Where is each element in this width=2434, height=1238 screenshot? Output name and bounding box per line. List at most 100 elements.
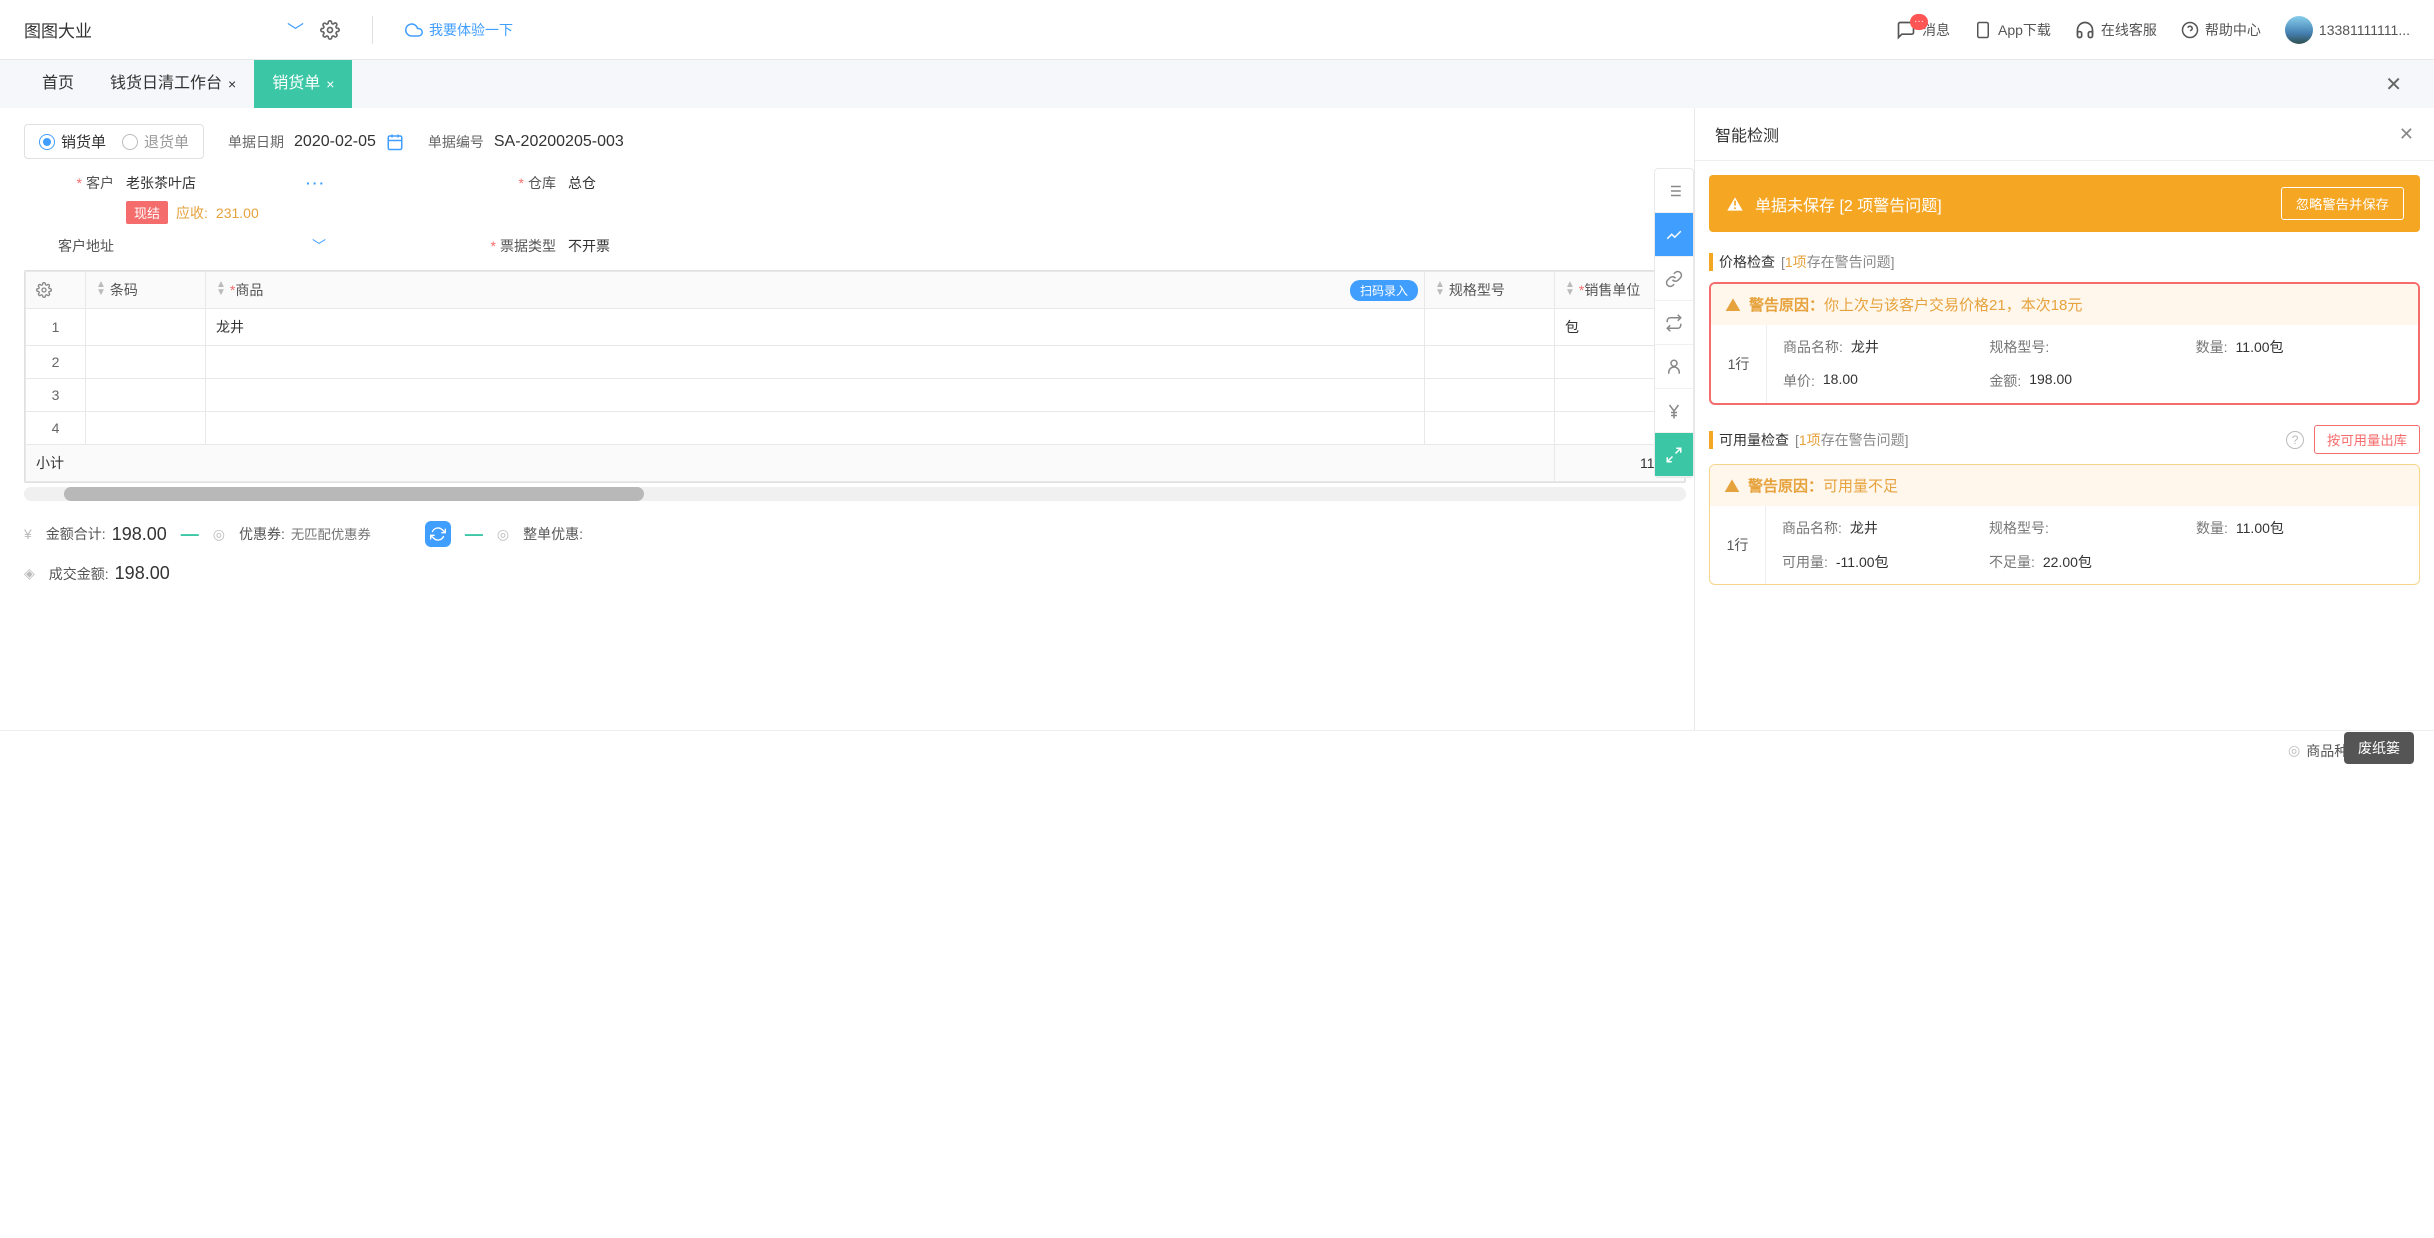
avatar	[2285, 16, 2313, 44]
ignore-save-button[interactable]: 忽略警告并保存	[2281, 187, 2404, 220]
online-service-label: 在线客服	[2101, 20, 2157, 40]
section-bar-icon	[1709, 431, 1713, 449]
messages-button[interactable]: 消息 ···	[1896, 20, 1950, 40]
vtool-chart-icon[interactable]	[1655, 213, 1693, 257]
receivable-value: 231.00	[216, 205, 259, 221]
left-pane: 销货单 退货单 单据日期 2020-02-05 单据编号 SA-20200205…	[0, 108, 1694, 730]
invoice-type-label: 票据类型	[500, 238, 556, 254]
help-center-button[interactable]: 帮助中心	[2181, 20, 2261, 40]
tab-sales-order[interactable]: 销货单 ×	[254, 60, 352, 108]
messages-badge: ···	[1910, 14, 1928, 30]
availability-check-title: 可用量检查	[1719, 430, 1789, 450]
col-spec[interactable]: ▲▼规格型号	[1425, 272, 1555, 309]
warn-row-number: 1行	[1710, 506, 1766, 584]
try-experience-link[interactable]: 我要体验一下	[405, 20, 513, 40]
radio-icon	[122, 134, 138, 150]
user-phone: 13381111111...	[2319, 22, 2410, 38]
doc-type-radio-group: 销货单 退货单	[24, 124, 204, 159]
close-icon[interactable]: ✕	[2399, 124, 2414, 145]
warning-icon	[1724, 478, 1740, 494]
use-available-button[interactable]: 按可用量出库	[2314, 425, 2420, 454]
tab-home-label: 首页	[42, 60, 74, 108]
chevron-down-icon: ﹀	[287, 17, 304, 42]
app-download-label: App下载	[1998, 20, 2051, 40]
table-row[interactable]: 2	[26, 346, 1685, 379]
tabs-row: 首页 钱货日清工作台 × 销货单 × ✕	[0, 60, 2434, 108]
close-icon[interactable]: ×	[326, 60, 334, 108]
totals-row: ¥ 金额合计: 198.00 — ◎ 优惠券: — ◎ 整单优惠:	[24, 521, 1686, 547]
subtotal-row: 小计11.00	[26, 445, 1685, 482]
warning-icon	[1725, 194, 1745, 214]
form-grid: *客户 老张茶叶店 ··· *仓库 总仓 现结 应收: 231.00 客	[24, 173, 1686, 256]
scan-input-button[interactable]: 扫码录入	[1350, 280, 1418, 301]
radio-icon	[39, 134, 55, 150]
table-row[interactable]: 4	[26, 412, 1685, 445]
warning-icon	[1725, 297, 1741, 313]
topbar-right: 消息 ··· App下载 在线客服 帮助中心 13381111111...	[1896, 16, 2410, 44]
col-settings[interactable]	[26, 272, 86, 309]
minus-icon: —	[181, 524, 199, 545]
doc-date-field[interactable]: 单据日期 2020-02-05	[228, 132, 404, 152]
tab-sales-order-label: 销货单	[272, 60, 320, 108]
online-service-button[interactable]: 在线客服	[2075, 20, 2157, 40]
trash-button[interactable]: 废纸篓	[2344, 732, 2414, 764]
tab-workbench-label: 钱货日清工作台	[110, 60, 222, 108]
help-icon[interactable]: ?	[2286, 431, 2304, 449]
doc-no-field: 单据编号 SA-20200205-003	[428, 132, 624, 152]
vtool-swap-icon[interactable]	[1655, 301, 1693, 345]
amount-total: 金额合计: 198.00	[46, 524, 167, 545]
doc-no-label: 单据编号	[428, 132, 484, 152]
deal-icon: ◈	[24, 565, 35, 582]
availability-warning-box: 警告原因：可用量不足 1行 商品名称:龙井 规格型号: 数量:11.00包 可用…	[1709, 464, 2420, 585]
warn-row-number: 1行	[1711, 325, 1767, 403]
topbar: 图图大业 ﹀ 我要体验一下 消息 ··· App下载 在线客服 帮助中心	[0, 0, 2434, 60]
tab-workbench[interactable]: 钱货日清工作台 ×	[92, 60, 254, 108]
deal-row: ◈ 成交金额: 198.00	[24, 563, 1686, 584]
chevron-down-icon[interactable]: ﹀	[312, 236, 326, 256]
invoice-type-value: 不开票	[568, 236, 610, 256]
vtool-link-icon[interactable]	[1655, 257, 1693, 301]
price-warning-box: 警告原因：你上次与该客户交易价格21，本次18元 1行 商品名称:龙井 规格型号…	[1709, 282, 2420, 405]
col-product[interactable]: ▲▼*商品 扫码录入	[206, 272, 1425, 309]
price-check-title: 价格检查	[1719, 252, 1775, 272]
vertical-toolbar	[1654, 168, 1694, 478]
tab-home[interactable]: 首页	[24, 60, 92, 108]
radio-sales-order[interactable]: 销货单	[39, 131, 106, 152]
ellipsis-icon[interactable]: ···	[306, 175, 326, 191]
company-select[interactable]: 图图大业 ﹀	[24, 17, 304, 42]
divider	[372, 16, 373, 44]
table-row[interactable]: 3	[26, 379, 1685, 412]
close-all-tabs-icon[interactable]: ✕	[2377, 64, 2410, 105]
topbar-left: 图图大业 ﹀ 我要体验一下	[24, 16, 513, 44]
availability-check-section: 可用量检查 [1项存在警告问题] ? 按可用量出库 警告原因：可用量不足 1行	[1709, 419, 2420, 585]
warehouse-field[interactable]: *仓库 总仓	[466, 173, 768, 193]
radio-return-order[interactable]: 退货单	[122, 131, 189, 152]
vtool-user-icon[interactable]	[1655, 345, 1693, 389]
customer-address-field[interactable]: 客户地址 ﹀	[24, 236, 326, 256]
vtool-expand-icon[interactable]	[1655, 433, 1693, 477]
refresh-icon[interactable]	[425, 521, 451, 547]
cloud-icon	[405, 21, 423, 39]
doc-type-row: 销货单 退货单 单据日期 2020-02-05 单据编号 SA-20200205…	[24, 124, 1686, 173]
customer-field[interactable]: *客户 老张茶叶店 ···	[24, 173, 326, 193]
coupon-input[interactable]	[291, 527, 411, 542]
invoice-type-field[interactable]: *票据类型 不开票	[466, 236, 768, 256]
app-download-button[interactable]: App下载	[1974, 20, 2051, 40]
scrollbar-thumb[interactable]	[64, 487, 644, 501]
vtool-list-icon[interactable]	[1655, 169, 1693, 213]
col-barcode[interactable]: ▲▼条码	[86, 272, 206, 309]
table-row[interactable]: 1龙井包	[26, 309, 1685, 346]
gear-icon[interactable]	[320, 20, 340, 40]
footer: ◎ 商品种类： 1 种 废纸篓	[0, 730, 2434, 770]
discount-icon: ◎	[497, 526, 509, 543]
horizontal-scrollbar[interactable]	[24, 487, 1686, 501]
main: 销货单 退货单 单据日期 2020-02-05 单据编号 SA-20200205…	[0, 108, 2434, 730]
user-menu[interactable]: 13381111111...	[2285, 16, 2410, 44]
order-discount[interactable]: 整单优惠:	[523, 524, 583, 544]
calendar-icon[interactable]	[386, 133, 404, 151]
vtool-yen-icon[interactable]	[1655, 389, 1693, 433]
radio-sales-label: 销货单	[61, 131, 106, 152]
coupon-field[interactable]: 优惠券:	[239, 524, 411, 544]
deal-amount: 成交金额: 198.00	[49, 563, 170, 584]
close-icon[interactable]: ×	[228, 60, 236, 108]
